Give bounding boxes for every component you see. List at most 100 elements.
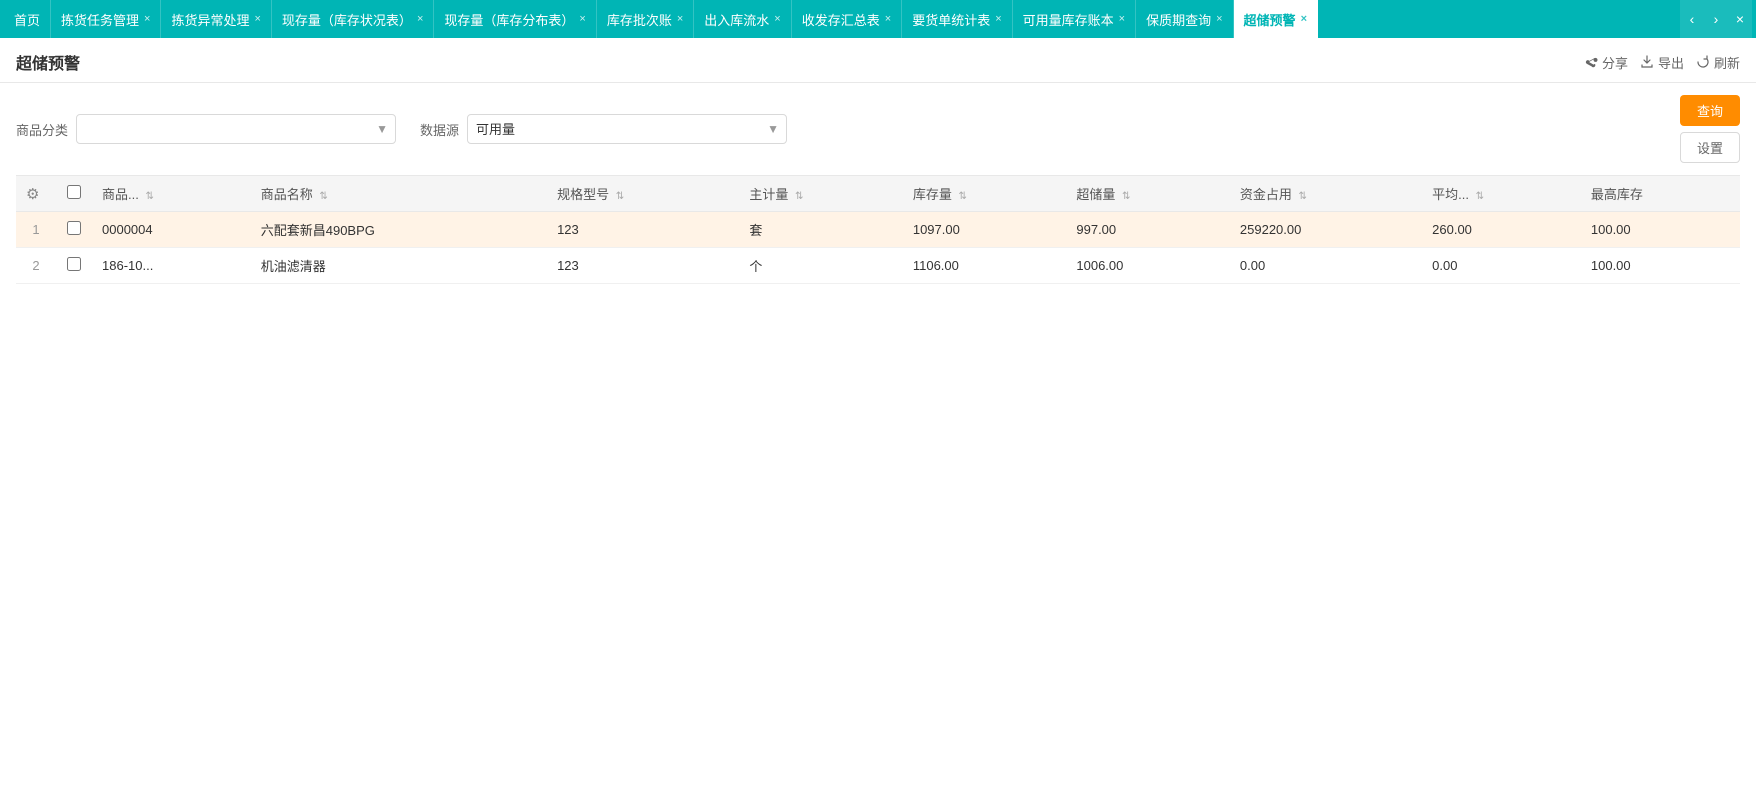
nav-arrow-right-button[interactable]: › [1704,0,1728,38]
row-index: 1 [16,212,56,248]
nav-tab-abnormal[interactable]: 拣货异常处理 × [161,0,271,38]
settings-button[interactable]: 设置 [1680,132,1740,163]
col-unit-header[interactable]: 主计量 ⇅ [739,176,903,212]
row-checkbox[interactable] [67,257,81,271]
select-all-checkbox[interactable] [67,185,81,199]
page-content: 超储预警 分享 导出 刷新 商品 [0,38,1756,800]
datasource-filter-label: 数据源 [420,120,459,139]
top-navigation: 首页 拣货任务管理 × 拣货异常处理 × 现存量（库存状况表） × 现存量（库存… [0,0,1756,38]
nav-tab-abnormal-label: 拣货异常处理 [171,10,249,29]
nav-tab-available-ledger-close[interactable]: × [1119,13,1125,25]
col-capital-label: 资金占用 [1240,187,1292,202]
row-stock: 1097.00 [903,212,1067,248]
share-label: 分享 [1602,53,1628,72]
col-product-name-header[interactable]: 商品名称 ⇅ [251,176,547,212]
col-unit-sort-icon: ⇅ [795,191,803,202]
nav-tab-receive-send-close[interactable]: × [885,13,891,25]
refresh-action[interactable]: 刷新 [1696,53,1740,72]
row-capital: 0.00 [1230,248,1422,284]
category-select[interactable] [76,114,396,144]
nav-tab-inventory-dist-close[interactable]: × [579,13,585,25]
col-product-code-header[interactable]: 商品... ⇅ [92,176,251,212]
col-stock-header[interactable]: 库存量 ⇅ [903,176,1067,212]
nav-tab-batch[interactable]: 库存批次账 × [597,0,694,38]
query-button[interactable]: 查询 [1680,95,1740,126]
page-title: 超储预警 [16,50,80,74]
row-checkbox-cell [56,212,92,248]
table-header-row: ⚙ 商品... ⇅ 商品名称 ⇅ 规格型号 ⇅ [16,176,1740,212]
nav-tab-task-mgmt[interactable]: 拣货任务管理 × [51,0,161,38]
share-icon [1584,55,1598,69]
nav-tab-available-ledger-label: 可用量库存账本 [1023,10,1114,29]
datasource-select[interactable]: 可用量 [467,114,787,144]
row-avg: 260.00 [1422,212,1581,248]
nav-tab-batch-label: 库存批次账 [607,10,672,29]
nav-arrow-left-button[interactable]: ‹ [1680,0,1704,38]
col-capital-sort-icon: ⇅ [1299,191,1307,202]
row-stock: 1106.00 [903,248,1067,284]
row-checkbox-cell [56,248,92,284]
nav-tab-overstock-warning-close[interactable]: × [1301,13,1307,25]
export-action[interactable]: 导出 [1640,53,1684,72]
row-index: 2 [16,248,56,284]
nav-tab-quality-check[interactable]: 保质期查询 × [1136,0,1233,38]
nav-tab-abnormal-close[interactable]: × [254,13,260,25]
export-icon [1640,55,1654,69]
col-avg-label: 平均... [1432,187,1469,202]
nav-tab-overstock-warning-label: 超储预警 [1244,10,1296,29]
nav-tab-inventory-status-close[interactable]: × [417,13,423,25]
col-spec-label: 规格型号 [557,187,609,202]
nav-tab-batch-close[interactable]: × [677,13,683,25]
col-spec-sort-icon: ⇅ [616,191,624,202]
nav-tab-inventory-status[interactable]: 现存量（库存状况表） × [272,0,434,38]
col-unit-label: 主计量 [749,187,788,202]
header-actions: 分享 导出 刷新 [1584,53,1740,72]
col-overstock-label: 超储量 [1076,187,1115,202]
row-capital: 259220.00 [1230,212,1422,248]
col-product-code-sort-icon: ⇅ [145,191,153,202]
col-checkbox-header [56,176,92,212]
refresh-label: 刷新 [1714,53,1740,72]
col-overstock-header[interactable]: 超储量 ⇅ [1066,176,1230,212]
col-maxstock-header[interactable]: 最高库存 [1581,176,1740,212]
refresh-icon [1696,55,1710,69]
datasource-filter: 数据源 可用量 ▼ [420,114,787,144]
table-body: 1 0000004 六配套新昌490BPG 123 套 1097.00 997.… [16,212,1740,284]
nav-tab-inventory-dist-label: 现存量（库存分布表） [444,10,574,29]
col-capital-header[interactable]: 资金占用 ⇅ [1230,176,1422,212]
nav-tab-order-stats-label: 要货单统计表 [912,10,990,29]
col-product-name-label: 商品名称 [261,187,313,202]
nav-arrows: ‹ › × [1680,0,1752,38]
row-spec: 123 [547,248,739,284]
nav-tab-task-mgmt-close[interactable]: × [144,13,150,25]
nav-arrow-close-button[interactable]: × [1728,0,1752,38]
nav-tab-order-stats[interactable]: 要货单统计表 × [902,0,1012,38]
nav-tab-overstock-warning[interactable]: 超储预警 × [1234,0,1318,38]
action-buttons: 查询 设置 [1680,95,1740,163]
col-stock-label: 库存量 [913,187,952,202]
col-spec-header[interactable]: 规格型号 ⇅ [547,176,739,212]
nav-tab-quality-check-label: 保质期查询 [1146,10,1211,29]
row-overstock: 1006.00 [1066,248,1230,284]
row-maxstock: 100.00 [1581,248,1740,284]
col-settings: ⚙ [16,176,56,212]
col-avg-header[interactable]: 平均... ⇅ [1422,176,1581,212]
col-maxstock-label: 最高库存 [1591,187,1643,202]
datasource-select-wrapper: 可用量 ▼ [467,114,787,144]
nav-tab-inout-flow-close[interactable]: × [774,13,780,25]
row-checkbox[interactable] [67,221,81,235]
nav-tab-inventory-dist[interactable]: 现存量（库存分布表） × [434,0,596,38]
nav-tab-receive-send-label: 收发存汇总表 [802,10,880,29]
nav-tab-home[interactable]: 首页 [4,0,51,38]
nav-tab-quality-check-close[interactable]: × [1216,13,1222,25]
nav-tab-order-stats-close[interactable]: × [995,13,1001,25]
row-product-code: 186-10... [92,248,251,284]
nav-tab-available-ledger[interactable]: 可用量库存账本 × [1013,0,1136,38]
nav-tab-receive-send[interactable]: 收发存汇总表 × [792,0,902,38]
col-overstock-sort-icon: ⇅ [1122,191,1130,202]
nav-tab-inout-flow[interactable]: 出入库流水 × [694,0,791,38]
share-action[interactable]: 分享 [1584,53,1628,72]
row-maxstock: 100.00 [1581,212,1740,248]
column-settings-icon[interactable]: ⚙ [26,186,39,203]
col-product-name-sort-icon: ⇅ [319,191,327,202]
